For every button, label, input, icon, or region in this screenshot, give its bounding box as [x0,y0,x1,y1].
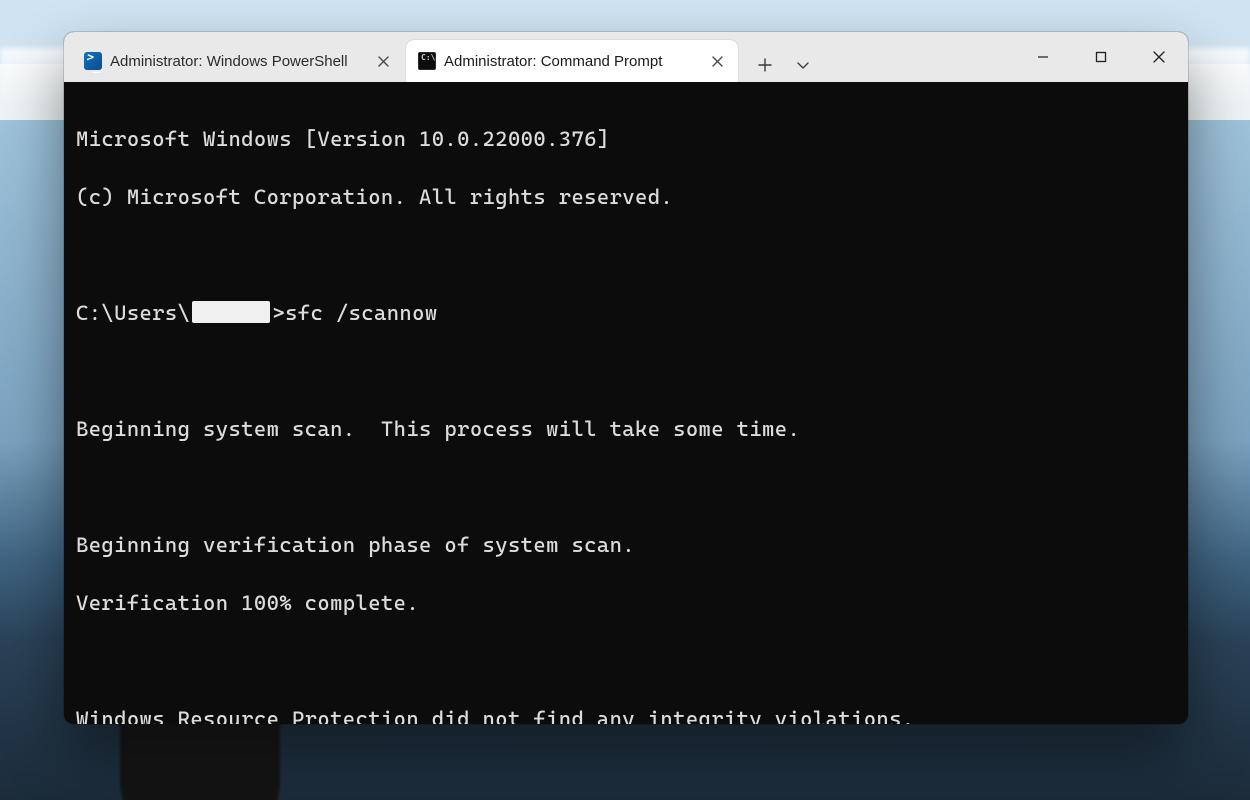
close-icon [712,56,723,67]
tab-powershell[interactable]: Administrator: Windows PowerShell [72,40,404,82]
window-controls [1014,32,1188,82]
terminal-line: Beginning verification phase of system s… [76,531,1178,560]
new-tab-button[interactable] [748,48,782,82]
new-tab-group [740,48,828,82]
window-close-button[interactable] [1130,32,1188,82]
terminal-line: C:\Users\ >sfc /scannow [76,299,1178,328]
tab-cmd-close[interactable] [706,50,728,72]
terminal-line: (c) Microsoft Corporation. All rights re… [76,183,1178,212]
terminal-line [76,357,1178,386]
tab-cmd[interactable]: Administrator: Command Prompt [406,40,738,82]
prompt-suffix: > [272,301,285,325]
tab-strip: Administrator: Windows PowerShell Admini… [64,32,828,82]
redacted-username [192,301,270,323]
terminal-window: Administrator: Windows PowerShell Admini… [64,32,1188,724]
close-icon [1153,51,1165,63]
terminal-line: Windows Resource Protection did not find… [76,705,1178,724]
window-minimize-button[interactable] [1014,32,1072,82]
tab-powershell-close[interactable] [372,50,394,72]
tab-powershell-title: Administrator: Windows PowerShell [110,53,364,70]
chevron-down-icon [796,58,810,72]
window-titlebar[interactable]: Administrator: Windows PowerShell Admini… [64,32,1188,82]
cmd-icon [418,52,436,70]
terminal-line [76,647,1178,676]
terminal-line [76,473,1178,502]
desktop-background: Administrator: Windows PowerShell Admini… [0,0,1250,800]
prompt-prefix: C:\Users\ [76,301,190,325]
plus-icon [758,58,772,72]
terminal-line: Verification 100% complete. [76,589,1178,618]
minimize-icon [1037,51,1049,63]
terminal-line [76,241,1178,270]
window-maximize-button[interactable] [1072,32,1130,82]
terminal-line: Beginning system scan. This process will… [76,415,1178,444]
powershell-icon [84,52,102,70]
tab-dropdown-button[interactable] [786,48,820,82]
tab-cmd-title: Administrator: Command Prompt [444,53,698,70]
terminal-output[interactable]: Microsoft Windows [Version 10.0.22000.37… [64,82,1188,724]
close-icon [378,56,389,67]
command-sfc: sfc /scannow [285,301,437,325]
maximize-icon [1095,51,1107,63]
terminal-line: Microsoft Windows [Version 10.0.22000.37… [76,125,1178,154]
